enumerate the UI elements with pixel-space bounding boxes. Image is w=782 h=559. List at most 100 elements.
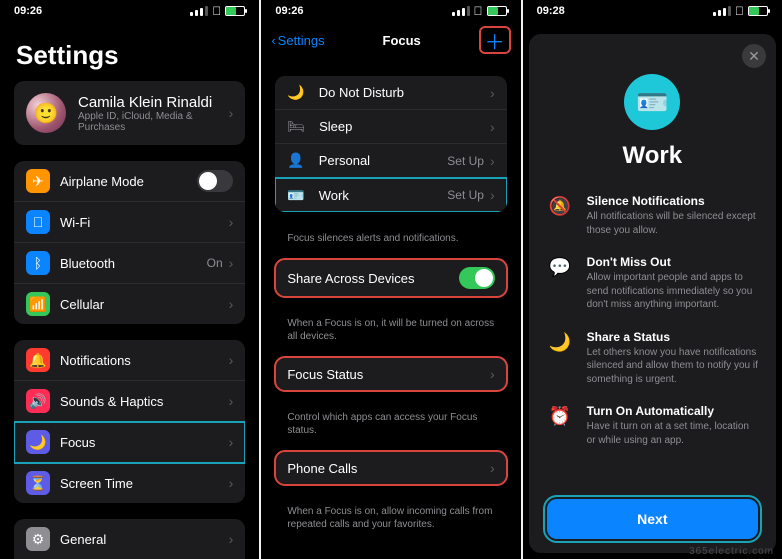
back-button[interactable]: ‹ Settings	[271, 33, 324, 48]
label-sleep: Sleep	[319, 119, 490, 134]
chevron-right-icon: ›	[229, 531, 234, 547]
chevron-right-icon: ›	[229, 393, 234, 409]
feature-turn-on-auto: ⏰ Turn On Automatically Have it turn on …	[547, 404, 758, 447]
back-label: Settings	[278, 33, 325, 48]
cellular-signal-icon	[452, 6, 470, 16]
label-dnd: Do Not Disturb	[319, 85, 490, 100]
cellular-icon: 📶	[26, 292, 50, 316]
wifi-icon: 􀙇	[212, 4, 221, 18]
work-setup-screen: 09:28 􀙇 ✕ 🪪 Work 🔕 Silence Notifications…	[523, 0, 782, 559]
share-across-card: Share Across Devices	[275, 259, 506, 297]
feature-share-status: 🌙 Share a Status Let others know you hav…	[547, 330, 758, 387]
label-airplane: Airplane Mode	[60, 174, 197, 189]
add-focus-button[interactable]: ＋	[479, 26, 511, 54]
feature-desc: Have it turn on at a set time, location …	[587, 420, 758, 447]
airplane-icon: ✈	[26, 169, 50, 193]
chevron-right-icon: ›	[490, 366, 495, 382]
note-focus-status: Control which apps can access your Focus…	[261, 407, 520, 451]
feature-desc: All notifications will be silenced excep…	[587, 210, 758, 237]
label-focus: Focus	[60, 435, 229, 450]
row-bluetooth[interactable]: ᛒ Bluetooth On ›	[14, 243, 245, 284]
profile-name: Camila Klein Rinaldi	[78, 94, 229, 111]
chevron-right-icon: ›	[229, 475, 234, 491]
feature-dont-miss: 💬 Don't Miss Out Allow important people …	[547, 255, 758, 312]
focus-status-card: Focus Status ›	[275, 357, 506, 391]
nav-title: Focus	[383, 33, 421, 48]
wifi-icon: 􀙇	[474, 4, 483, 18]
avatar: 🙂	[26, 93, 66, 133]
row-focus[interactable]: 🌙 Focus ›	[14, 422, 245, 463]
status-time: 09:26	[275, 5, 303, 17]
chevron-right-icon: ›	[229, 255, 234, 271]
row-focus-status[interactable]: Focus Status ›	[275, 357, 506, 391]
label-work: Work	[319, 188, 448, 203]
chevron-left-icon: ‹	[271, 33, 275, 48]
row-cellular[interactable]: 📶 Cellular ›	[14, 284, 245, 324]
row-phone-calls[interactable]: Phone Calls ›	[275, 451, 506, 485]
label-focus-status: Focus Status	[287, 367, 490, 382]
status-bar: 09:26 􀙇	[0, 0, 259, 22]
settings-group-general: ⚙ General › 🎚 Control Center › AA Displa…	[14, 519, 245, 559]
profile-card[interactable]: 🙂 Camila Klein Rinaldi Apple ID, iCloud,…	[14, 81, 245, 145]
label-share-across: Share Across Devices	[287, 271, 458, 286]
status-time: 09:28	[537, 5, 565, 17]
setup-sheet: ✕ 🪪 Work 🔕 Silence Notifications All not…	[529, 34, 776, 553]
chevron-right-icon: ›	[229, 105, 234, 121]
row-general[interactable]: ⚙ General ›	[14, 519, 245, 559]
label-general: General	[60, 532, 229, 547]
work-hero-icon: 🪪	[624, 74, 680, 130]
bluetooth-icon: ᛒ	[26, 251, 50, 275]
status-right: 􀙇	[713, 4, 768, 18]
status-right: 􀙇	[190, 4, 245, 18]
chevron-right-icon: ›	[490, 187, 495, 203]
label-wifi: Wi-Fi	[60, 215, 229, 230]
chevron-right-icon: ›	[490, 153, 495, 169]
phone-calls-card: Phone Calls ›	[275, 451, 506, 485]
chevron-right-icon: ›	[490, 119, 495, 135]
row-airplane-mode[interactable]: ✈ Airplane Mode	[14, 161, 245, 202]
row-do-not-disturb[interactable]: 🌙 Do Not Disturb ›	[275, 76, 506, 110]
sounds-icon: 🔊	[26, 389, 50, 413]
bluetooth-value: On	[207, 256, 223, 270]
row-sleep[interactable]: 🛏 Sleep ›	[275, 110, 506, 144]
chevron-right-icon: ›	[490, 460, 495, 476]
wifi-icon: 􀙇	[735, 4, 744, 18]
chevron-right-icon: ›	[490, 85, 495, 101]
cellular-signal-icon	[713, 6, 731, 16]
battery-icon	[487, 6, 507, 16]
setup-title: Work	[547, 142, 758, 170]
note-phone-calls: When a Focus is on, allow incoming calls…	[261, 501, 520, 545]
chevron-right-icon: ›	[229, 352, 234, 368]
chevron-right-icon: ›	[229, 296, 234, 312]
page-title: Settings	[0, 22, 259, 81]
status-bar: 09:28 􀙇	[523, 0, 782, 22]
feature-title: Turn On Automatically	[587, 404, 758, 418]
share-across-switch[interactable]	[459, 267, 495, 289]
feature-desc: Let others know you have notifications s…	[587, 346, 758, 387]
row-personal[interactable]: 👤 Personal Set Up ›	[275, 144, 506, 178]
briefcase-icon: 🪪	[287, 187, 304, 204]
moon-icon: 🌙	[547, 330, 573, 387]
row-screen-time[interactable]: ⏳ Screen Time ›	[14, 463, 245, 503]
bell-slash-icon: 🔕	[547, 194, 573, 237]
label-phone-calls: Phone Calls	[287, 461, 490, 476]
label-bluetooth: Bluetooth	[60, 256, 207, 271]
feature-title: Silence Notifications	[587, 194, 758, 208]
clock-icon: ⏰	[547, 404, 573, 447]
next-button[interactable]: Next	[547, 499, 758, 539]
row-wifi[interactable]: 􀙇 Wi-Fi ›	[14, 202, 245, 243]
label-sounds: Sounds & Haptics	[60, 394, 229, 409]
feature-desc: Allow important people and apps to send …	[587, 271, 758, 312]
close-button[interactable]: ✕	[742, 44, 766, 68]
row-sounds[interactable]: 🔊 Sounds & Haptics ›	[14, 381, 245, 422]
row-share-across[interactable]: Share Across Devices	[275, 259, 506, 297]
bed-icon: 🛏	[287, 118, 305, 135]
status-time: 09:26	[14, 5, 42, 17]
label-cellular: Cellular	[60, 297, 229, 312]
focus-list: 🌙 Do Not Disturb › 🛏 Sleep › 👤 Personal …	[275, 76, 506, 212]
airplane-switch[interactable]	[197, 170, 233, 192]
row-work[interactable]: 🪪 Work Set Up ›	[275, 178, 506, 212]
row-notifications[interactable]: 🔔 Notifications ›	[14, 340, 245, 381]
person-icon: 👤	[287, 152, 304, 169]
feature-silence: 🔕 Silence Notifications All notification…	[547, 194, 758, 237]
